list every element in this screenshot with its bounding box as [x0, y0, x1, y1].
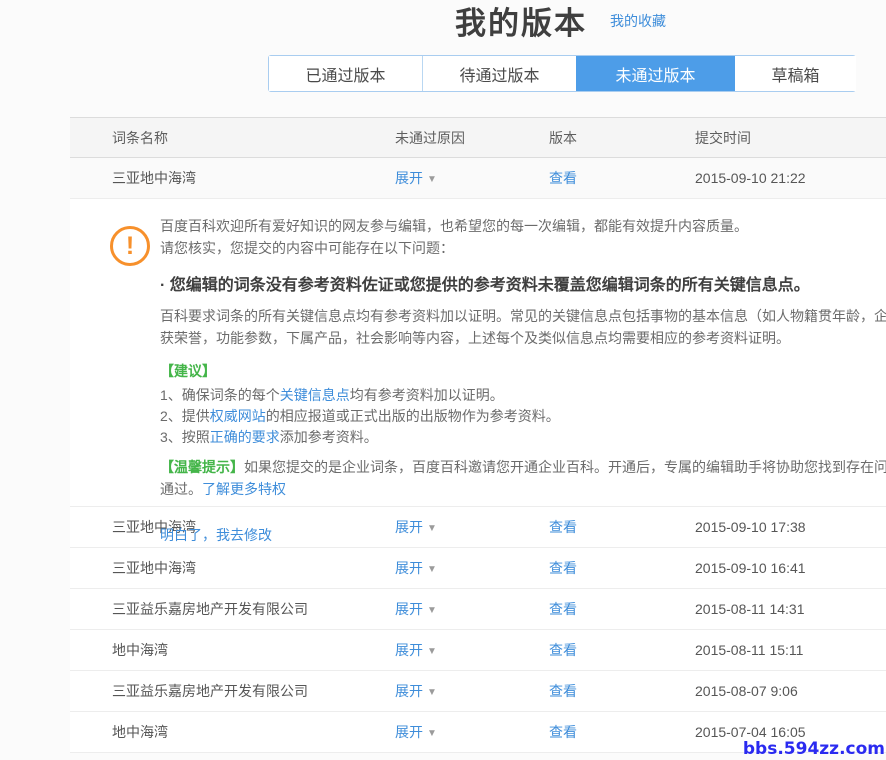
header-reject-reason: 未通过原因: [395, 128, 549, 148]
table-header-row: 词条名称 未通过原因 版本 提交时间: [70, 118, 886, 158]
key-info-link[interactable]: 关键信息点: [280, 387, 350, 403]
tab-rejected-versions[interactable]: 未通过版本: [576, 56, 735, 91]
expand-link[interactable]: 展开▼: [395, 683, 437, 699]
expand-arrow-icon: ▼: [427, 174, 437, 185]
tab-bar: 已通过版本 待通过版本 未通过版本 草稿箱: [268, 55, 856, 92]
view-version-link[interactable]: 查看: [549, 170, 577, 186]
table-row: 三亚益乐嘉房地产开发有限公司 展开▼ 查看 2015-08-11 14:31: [70, 589, 886, 630]
entry-name: 地中海湾: [70, 640, 395, 660]
header-submit-time: 提交时间: [695, 128, 886, 148]
entry-name: 三亚地中海湾: [70, 168, 395, 188]
tab-drafts[interactable]: 草稿箱: [735, 56, 856, 91]
collapse-link[interactable]: 展开▼: [395, 170, 437, 186]
header-version: 版本: [549, 128, 695, 148]
entry-name: 地中海湾: [70, 722, 395, 742]
table-row: 三亚益乐嘉房地产开发有限公司 展开▼ 查看 2015-08-07 9:06: [70, 671, 886, 712]
entry-name: 三亚地中海湾: [70, 558, 395, 578]
submit-time: 2015-08-11 15:11: [695, 642, 886, 658]
reject-reason-panel: ! 百度百科欢迎所有爱好知识的网友参与编辑，也希望您的每一次编辑，都能有效提升内…: [70, 199, 886, 507]
correct-requirement-link[interactable]: 正确的要求: [210, 429, 280, 445]
submit-time: 2015-08-07 9:06: [695, 683, 886, 699]
view-version-link[interactable]: 查看: [549, 724, 577, 740]
expand-arrow-icon: ▼: [427, 605, 437, 616]
intro-text-line1: 百度百科欢迎所有爱好知识的网友参与编辑，也希望您的每一次编辑，都能有效提升内容质…: [160, 215, 886, 237]
expand-link[interactable]: 展开▼: [395, 601, 437, 617]
versions-table: 词条名称 未通过原因 版本 提交时间 三亚地中海湾 展开▼ 查看 2015-09…: [70, 117, 886, 753]
site-watermark: bbs.594zz.com: [743, 739, 885, 759]
expand-arrow-icon: ▼: [427, 646, 437, 657]
suggest-title: 【建议】: [160, 361, 886, 381]
suggestion-item: 2、提供权威网站的相应报道或正式出版的出版物作为参考资料。: [160, 406, 886, 427]
intro-text-line2: 请您核实，您提交的内容中可能存在以下问题：: [160, 237, 886, 259]
table-row: 三亚地中海湾 展开▼ 查看 2015-09-10 16:41: [70, 548, 886, 589]
page-title: 我的版本: [455, 0, 587, 43]
tip-title: 【温馨提示】: [160, 459, 244, 475]
view-version-link[interactable]: 查看: [549, 560, 577, 576]
problem-desc-line1: 百科要求词条的所有关键信息点均有参考资料加以证明。常见的关键信息点包括事物的基本…: [160, 305, 886, 327]
suggestion-item: 3、按照正确的要求添加参考资料。: [160, 427, 886, 448]
tip-text-line2: 通过。了解更多特权: [160, 478, 886, 500]
more-privileges-link[interactable]: 了解更多特权: [202, 481, 286, 497]
got-it-modify-link[interactable]: 明白了，我去修改: [160, 525, 272, 545]
authority-site-link[interactable]: 权威网站: [210, 408, 266, 424]
expand-arrow-icon: ▼: [427, 687, 437, 698]
expand-arrow-icon: ▼: [427, 728, 437, 739]
suggestion-item: 1、确保词条的每个关键信息点均有参考资料加以证明。: [160, 385, 886, 406]
table-row: 三亚地中海湾 展开▼ 查看 2015-09-10 21:22: [70, 158, 886, 199]
submit-time: 2015-08-11 14:31: [695, 601, 886, 617]
expand-link[interactable]: 展开▼: [395, 724, 437, 740]
entry-name: 三亚益乐嘉房地产开发有限公司: [70, 681, 395, 701]
problem-title: · 您编辑的词条没有参考资料佐证或您提供的参考资料未覆盖您编辑词条的所有关键信息…: [160, 271, 886, 295]
submit-time: 2015-09-10 21:22: [695, 170, 886, 186]
expand-link[interactable]: 展开▼: [395, 560, 437, 576]
warning-icon: !: [110, 226, 150, 266]
expand-link[interactable]: 展开▼: [395, 642, 437, 658]
submit-time: 2015-07-04 16:05: [695, 724, 886, 740]
expand-arrow-icon: ▼: [427, 564, 437, 575]
tab-passed-versions[interactable]: 已通过版本: [269, 56, 422, 91]
page-header: 我的版本 我的收藏: [0, 0, 886, 55]
table-row: 地中海湾 展开▼ 查看 2015-08-11 15:11: [70, 630, 886, 671]
view-version-link[interactable]: 查看: [549, 601, 577, 617]
view-version-link[interactable]: 查看: [549, 642, 577, 658]
view-version-link[interactable]: 查看: [549, 683, 577, 699]
favorites-link[interactable]: 我的收藏: [610, 11, 666, 31]
tip-text-line1: 【温馨提示】如果您提交的是企业词条，百度百科邀请您开通企业百科。开通后，专属的编…: [160, 456, 886, 478]
entry-name: 三亚益乐嘉房地产开发有限公司: [70, 599, 395, 619]
submit-time: 2015-09-10 16:41: [695, 560, 886, 576]
tab-pending-versions[interactable]: 待通过版本: [422, 56, 576, 91]
problem-desc-line2: 获荣誉，功能参数，下属产品，社会影响等内容，上述每个及类似信息点均需要相应的参考…: [160, 327, 886, 349]
header-entry-name: 词条名称: [70, 128, 395, 148]
